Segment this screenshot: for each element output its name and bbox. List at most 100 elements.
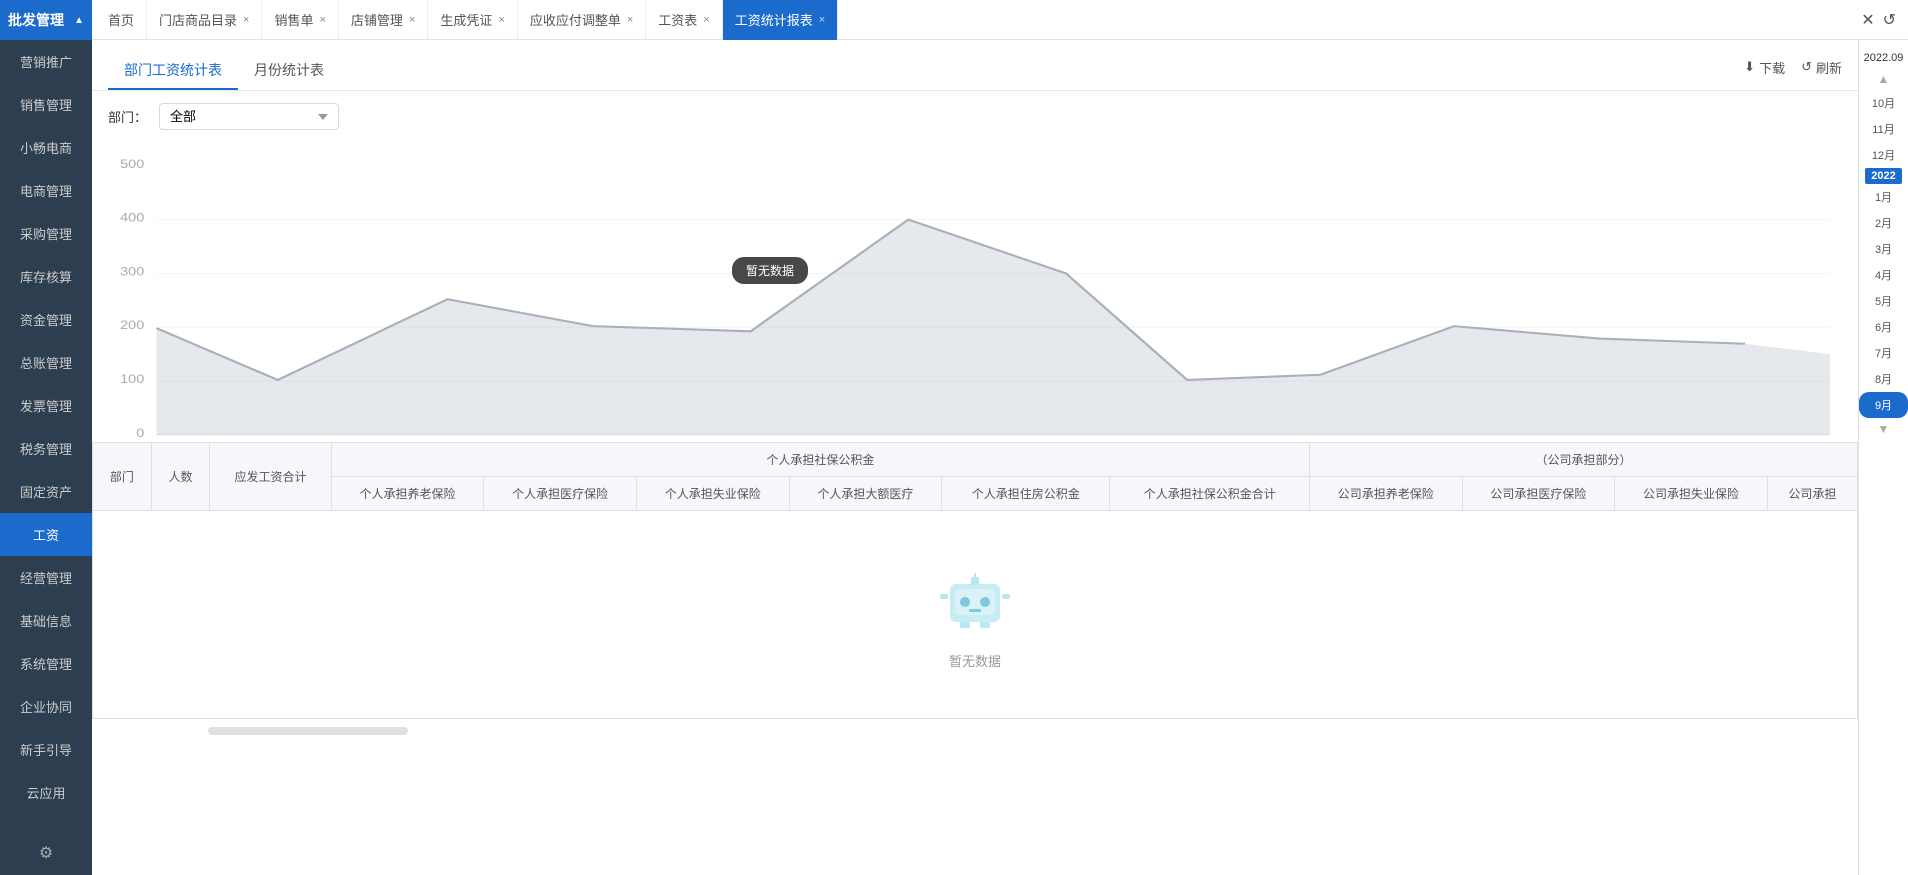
empty-state: 暂无数据 bbox=[103, 519, 1847, 710]
col-personal-housing: 个人承担住房公积金 bbox=[942, 477, 1110, 511]
tab-label: 销售单 bbox=[274, 10, 313, 29]
tab-label: 门店商品目录 bbox=[159, 10, 237, 29]
table-scrollbar[interactable] bbox=[208, 727, 408, 735]
table-row: 暂无数据 bbox=[93, 511, 1858, 719]
tab-label: 工资统计报表 bbox=[735, 10, 813, 29]
timeline-month-9[interactable]: 9月 bbox=[1859, 392, 1908, 418]
sub-tab-部门工资统计表[interactable]: 部门工资统计表 bbox=[108, 52, 238, 90]
col-dept: 部门 bbox=[93, 443, 152, 511]
sidebar-item-采购管理[interactable]: 采购管理 bbox=[0, 212, 92, 255]
timeline-month-12[interactable]: 12月 bbox=[1859, 142, 1908, 168]
col-company-medical: 公司承担医疗保险 bbox=[1462, 477, 1615, 511]
svg-text:300: 300 bbox=[120, 264, 144, 278]
refresh-icon: ↺ bbox=[1801, 59, 1812, 75]
sidebar-item-发票管理[interactable]: 发票管理 bbox=[0, 384, 92, 427]
timeline-month-10[interactable]: 10月 bbox=[1859, 90, 1908, 116]
refresh-label: 刷新 bbox=[1816, 58, 1842, 77]
col-group-company: （公司承担部分） bbox=[1310, 443, 1858, 477]
sidebar-item-企业协同[interactable]: 企业协同 bbox=[0, 685, 92, 728]
col-personal-unemployment: 个人承担失业保险 bbox=[636, 477, 789, 511]
stats-table: 部门 人数 应发工资合计 个人承担社保公积金 （公司承担部分） 个人承担养老保险… bbox=[92, 442, 1858, 719]
col-company-other: 公司承担 bbox=[1767, 477, 1857, 511]
svg-text:100: 100 bbox=[120, 372, 144, 386]
timeline-month-5[interactable]: 5月 bbox=[1859, 288, 1908, 314]
timeline-month-2[interactable]: 2月 bbox=[1859, 210, 1908, 236]
col-personal-total: 个人承担社保公积金合计 bbox=[1110, 477, 1310, 511]
chart-container: 0 100 200 300 400 500 bbox=[92, 142, 1858, 442]
sidebar-item-小畅电商[interactable]: 小畅电商 bbox=[0, 126, 92, 169]
sub-tab-月份统计表[interactable]: 月份统计表 bbox=[238, 52, 340, 90]
timeline-month-11[interactable]: 11月 bbox=[1859, 116, 1908, 142]
download-label: 下载 bbox=[1759, 58, 1785, 77]
refresh-button[interactable]: ↺ 刷新 bbox=[1801, 58, 1842, 77]
tab-首页[interactable]: 首页 bbox=[96, 0, 147, 40]
close-tab-button[interactable]: ✕ bbox=[1861, 10, 1874, 30]
tab-销售单[interactable]: 销售单 × bbox=[262, 0, 338, 40]
timeline-month-1[interactable]: 1月 bbox=[1859, 184, 1908, 210]
tab-label: 首页 bbox=[108, 10, 134, 29]
tab-close-icon[interactable]: × bbox=[627, 14, 633, 26]
sidebar-item-新手引导[interactable]: 新手引导 bbox=[0, 728, 92, 771]
tabs-bar: 首页门店商品目录×销售单×店铺管理×生成凭证×应收应付调整单×工资表×工资统计报… bbox=[92, 0, 1908, 40]
tab-店铺管理[interactable]: 店铺管理× bbox=[339, 0, 428, 40]
sidebar-item-云应用[interactable]: 云应用 bbox=[0, 771, 92, 814]
svg-text:400: 400 bbox=[120, 211, 144, 225]
sidebar-toggle-icon: ▲ bbox=[74, 15, 84, 26]
col-headcount: 人数 bbox=[151, 443, 210, 511]
page-content: 部门工资统计表月份统计表 ⬇ 下载 ↺ 刷新 部门： 全部 销 bbox=[92, 40, 1858, 875]
tab-close-icon[interactable]: × bbox=[243, 14, 249, 26]
tab-应收应付调整单[interactable]: 应收应付调整单 × bbox=[518, 0, 646, 40]
col-personal-pension: 个人承担养老保险 bbox=[331, 477, 484, 511]
sidebar-footer[interactable]: ⚙ bbox=[0, 831, 92, 875]
timeline-month-4[interactable]: 4月 bbox=[1859, 262, 1908, 288]
sidebar-item-库存核算[interactable]: 库存核算 bbox=[0, 255, 92, 298]
timeline-month-8[interactable]: 8月 bbox=[1859, 366, 1908, 392]
timeline-month-6[interactable]: 6月 bbox=[1859, 314, 1908, 340]
sub-tab-actions: ⬇ 下载 ↺ 刷新 bbox=[1744, 58, 1842, 85]
sidebar-item-系统管理[interactable]: 系统管理 bbox=[0, 642, 92, 685]
timeline-month-7[interactable]: 7月 bbox=[1859, 340, 1908, 366]
empty-text: 暂无数据 bbox=[949, 651, 1001, 670]
tab-工资统计报表[interactable]: 工资统计报表 × bbox=[723, 0, 838, 40]
svg-text:500: 500 bbox=[120, 157, 144, 171]
table-area[interactable]: 部门 人数 应发工资合计 个人承担社保公积金 （公司承担部分） 个人承担养老保险… bbox=[92, 442, 1858, 875]
sidebar-item-基础信息[interactable]: 基础信息 bbox=[0, 599, 92, 642]
tab-close-icon[interactable]: × bbox=[319, 14, 325, 26]
sidebar-item-电商管理[interactable]: 电商管理 bbox=[0, 169, 92, 212]
sidebar-item-经营管理[interactable]: 经营管理 bbox=[0, 556, 92, 599]
download-button[interactable]: ⬇ 下载 bbox=[1744, 58, 1785, 77]
tab-label: 应收应付调整单 bbox=[530, 10, 621, 29]
main-area: 首页门店商品目录×销售单×店铺管理×生成凭证×应收应付调整单×工资表×工资统计报… bbox=[92, 0, 1908, 875]
tab-生成凭证[interactable]: 生成凭证 × bbox=[428, 0, 517, 40]
col-total-salary: 应发工资合计 bbox=[210, 443, 331, 511]
sidebar-item-工资[interactable]: 工资 bbox=[0, 513, 92, 556]
download-icon: ⬇ bbox=[1744, 59, 1755, 75]
sub-tabs: 部门工资统计表月份统计表 ⬇ 下载 ↺ 刷新 bbox=[92, 40, 1858, 91]
tab-label: 生成凭证 bbox=[440, 10, 492, 29]
sidebar-item-总账管理[interactable]: 总账管理 bbox=[0, 341, 92, 384]
sidebar-item-营销推广[interactable]: 营销推广 bbox=[0, 40, 92, 83]
sidebar-item-销售管理[interactable]: 销售管理 bbox=[0, 83, 92, 126]
sidebar-header[interactable]: 批发管理 ▲ bbox=[0, 0, 92, 40]
timeline-month-3[interactable]: 3月 bbox=[1859, 236, 1908, 262]
sidebar-item-税务管理[interactable]: 税务管理 bbox=[0, 427, 92, 470]
tab-close-icon[interactable]: × bbox=[409, 14, 415, 26]
tab-门店商品目录[interactable]: 门店商品目录 × bbox=[147, 0, 262, 40]
sidebar: 批发管理 ▲ 营销推广销售管理小畅电商电商管理采购管理库存核算资金管理总账管理发… bbox=[0, 0, 92, 875]
tab-close-icon[interactable]: × bbox=[498, 14, 504, 26]
tab-工资表[interactable]: 工资表 × bbox=[646, 0, 722, 40]
tab-close-icon[interactable]: × bbox=[819, 14, 825, 26]
col-personal-major-medical: 个人承担大额医疗 bbox=[789, 477, 942, 511]
content-area: 部门工资统计表月份统计表 ⬇ 下载 ↺ 刷新 部门： 全部 销 bbox=[92, 40, 1908, 875]
department-select[interactable]: 全部 销售部 采购部 财务部 行政部 bbox=[159, 103, 339, 130]
sidebar-item-资金管理[interactable]: 资金管理 bbox=[0, 298, 92, 341]
sidebar-title: 批发管理 bbox=[8, 10, 64, 30]
tab-label: 工资表 bbox=[658, 10, 697, 29]
timeline-panel: 2022.09 ▲ 10月 11月 12月 2022 1月 2月 3月 4月 5… bbox=[1858, 40, 1908, 875]
tab-close-icon[interactable]: × bbox=[703, 14, 709, 26]
refresh-tab-button[interactable]: ↺ bbox=[1883, 10, 1896, 30]
sidebar-item-固定资产[interactable]: 固定资产 bbox=[0, 470, 92, 513]
timeline-year-marker[interactable]: 2022 bbox=[1865, 168, 1901, 184]
timeline-up-arrow[interactable]: ▲ bbox=[1874, 68, 1894, 90]
timeline-down-arrow[interactable]: ▼ bbox=[1874, 418, 1894, 440]
